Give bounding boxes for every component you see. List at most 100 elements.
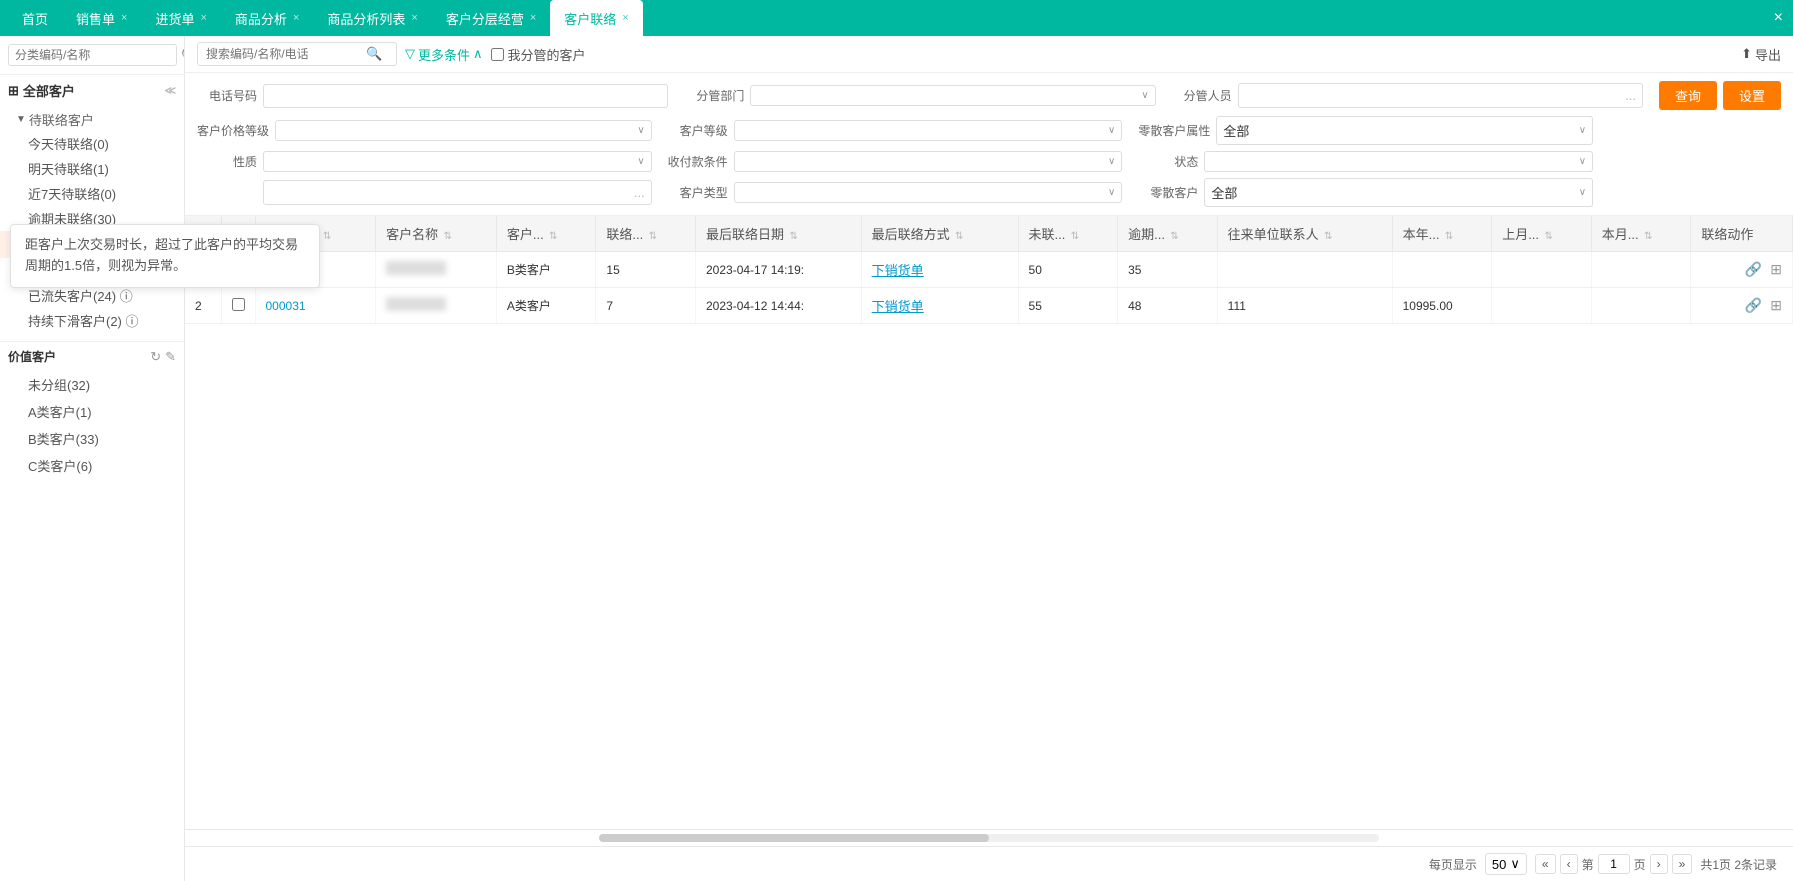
th-customer-type: 客户... ⇅ (496, 216, 596, 252)
th-this-month: 本月... ⇅ (1591, 216, 1691, 252)
sort-this-year-icon[interactable]: ⇅ (1445, 231, 1453, 242)
row2-name (376, 288, 497, 324)
row2-code: 000031 (255, 288, 376, 324)
filter-retail-attribute: 零散客户属性 全部 ∨ (1130, 116, 1601, 145)
next-page-button[interactable]: › (1650, 854, 1668, 874)
sidebar-item-c-class[interactable]: C类客户(6) (0, 452, 184, 479)
row1-last-date: 2023-04-17 14:19: (696, 252, 862, 288)
last-page-button[interactable]: » (1672, 854, 1693, 874)
query-button[interactable]: 查询 (1659, 81, 1717, 110)
retail-attr-chevron-icon: ∨ (1579, 125, 1586, 136)
retail-attr-label: 零散客户属性 (1138, 122, 1210, 139)
sort-contact-icon[interactable]: ⇅ (649, 231, 657, 242)
sidebar-item-ungroup[interactable]: 未分组(32) (0, 371, 184, 398)
row2-last-month (1492, 288, 1592, 324)
phone-input[interactable] (263, 84, 668, 108)
row2-checkbox-cell[interactable] (221, 288, 255, 324)
row1-method-link[interactable]: 下销货单 (872, 263, 924, 278)
nav-sales-order[interactable]: 销售单 × (62, 0, 141, 36)
close-purchase-order-icon[interactable]: × (200, 12, 206, 24)
row2-grid-icon[interactable]: ⊞ (1770, 297, 1782, 314)
sidebar-item-tomorrow-contact[interactable]: 明天待联络(1) (0, 156, 184, 181)
customer-type-select[interactable]: ∨ (734, 182, 1123, 203)
department-select[interactable]: ∨ (750, 85, 1155, 106)
sidebar-all-customers[interactable]: ⊞ 全部客户 ≪ (0, 75, 184, 106)
th-unlisted: 未联... ⇅ (1018, 216, 1118, 252)
sort-type-icon[interactable]: ⇅ (549, 231, 557, 242)
row1-last-method: 下销货单 (861, 252, 1018, 288)
retail-customer-select[interactable]: 全部 ∨ (1204, 178, 1593, 207)
my-customers-checkbox[interactable] (491, 48, 504, 61)
sidebar-item-a-class[interactable]: A类客户(1) (0, 398, 184, 425)
nav-customer-contact[interactable]: 客户联络 × (550, 0, 642, 36)
sidebar-item-today-contact[interactable]: 今天待联络(0) (0, 131, 184, 156)
filter-row-1: 电话号码 分管部门 ∨ 分管人员 ... 查询 (197, 81, 1781, 110)
sort-contacts-icon[interactable]: ⇅ (1324, 231, 1332, 242)
nav-customer-segmentation[interactable]: 客户分层经营 × (432, 0, 550, 36)
row1-link-icon[interactable]: 🔗 (1745, 261, 1762, 278)
scrollbar-thumb[interactable] (599, 834, 989, 842)
close-customer-contact-icon[interactable]: × (622, 12, 628, 24)
category-search-input[interactable] (8, 44, 177, 66)
nav-product-analysis[interactable]: 商品分析 × (221, 0, 313, 36)
row2-link-icon[interactable]: 🔗 (1745, 297, 1762, 314)
sidebar-item-declining[interactable]: 持续下滑客户(2) ⓘ (0, 308, 184, 333)
settings-button[interactable]: 设置 (1723, 81, 1781, 110)
customer-search-input[interactable] (206, 47, 366, 61)
sort-name-icon[interactable]: ⇅ (444, 231, 452, 242)
row1-grid-icon[interactable]: ⊞ (1770, 261, 1782, 278)
row2-method-link[interactable]: 下销货单 (872, 299, 924, 314)
horizontal-scrollbar[interactable] (599, 834, 1379, 842)
retail-attr-select[interactable]: 全部 ∨ (1216, 116, 1593, 145)
sort-unlisted-icon[interactable]: ⇅ (1071, 231, 1079, 242)
manager-dots: ... (1625, 88, 1636, 103)
filter-customer-level: 客户等级 ∨ (660, 120, 1131, 141)
status-select[interactable]: ∨ (1204, 151, 1593, 172)
manager-label: 分管人员 (1172, 87, 1232, 104)
export-button[interactable]: ⬆ 导出 (1741, 45, 1781, 64)
extra-input[interactable]: ... (263, 180, 652, 205)
sidebar-item-b-class[interactable]: B类客户(33) (0, 425, 184, 452)
more-conditions-button[interactable]: ▽ 更多条件 ∧ (405, 45, 483, 64)
first-page-button[interactable]: « (1535, 854, 1556, 874)
th-last-month: 上月... ⇅ (1492, 216, 1592, 252)
manager-input[interactable]: ... (1238, 83, 1643, 108)
sidebar-item-7day-contact[interactable]: 近7天待联络(0) (0, 181, 184, 206)
page-number-input[interactable] (1598, 854, 1630, 874)
nav-home[interactable]: 首页 (8, 0, 62, 36)
page-size-value: 50 (1492, 857, 1506, 872)
refresh-icon[interactable]: ↻ (150, 349, 161, 365)
th-actions: 联络动作 (1691, 216, 1793, 252)
app-close-button[interactable]: × (1774, 9, 1783, 27)
page-size-selector[interactable]: 50 ∨ (1485, 853, 1527, 875)
payment-select[interactable]: ∨ (734, 151, 1123, 172)
row1-customer-type: B类客户 (496, 252, 596, 288)
sort-date-icon[interactable]: ⇅ (789, 231, 797, 242)
my-customers-checkbox-area[interactable]: 我分管的客户 (491, 45, 586, 64)
collapse-sidebar-icon[interactable]: ≪ (164, 84, 176, 97)
sort-overdue-icon[interactable]: ⇅ (1170, 231, 1178, 242)
close-sales-order-icon[interactable]: × (121, 12, 127, 24)
advanced-filters: 电话号码 分管部门 ∨ 分管人员 ... 查询 (185, 73, 1793, 216)
customer-level-select[interactable]: ∨ (734, 120, 1123, 141)
filter-customer-type: 客户类型 ∨ (660, 182, 1131, 203)
row2-this-year: 10995.00 (1392, 288, 1492, 324)
prev-page-button[interactable]: ‹ (1560, 854, 1578, 874)
sidebar: 🔍 ⊞ 全部客户 ≪ ▼ 待联络客户 今天待联络(0) 明天待联络(1) 近7天… (0, 36, 185, 881)
edit-icon[interactable]: ✎ (165, 349, 176, 365)
sort-method-icon[interactable]: ⇅ (955, 231, 963, 242)
nav-purchase-order[interactable]: 进货单 × (141, 0, 220, 36)
sort-this-month-icon[interactable]: ⇅ (1644, 231, 1652, 242)
nature-select[interactable]: ∨ (263, 151, 652, 172)
sort-last-month-icon[interactable]: ⇅ (1544, 231, 1552, 242)
chevron-up-icon: ∧ (473, 46, 483, 62)
nav-product-analysis-list[interactable]: 商品分析列表 × (313, 0, 431, 36)
price-level-select[interactable]: ∨ (275, 120, 652, 141)
sort-code-icon[interactable]: ⇅ (323, 231, 331, 242)
close-customer-segmentation-icon[interactable]: × (530, 12, 536, 24)
close-product-analysis-icon[interactable]: × (293, 12, 299, 24)
row2-checkbox[interactable] (232, 298, 245, 311)
sidebar-section-pending[interactable]: ▼ 待联络客户 (0, 106, 184, 131)
close-product-analysis-list-icon[interactable]: × (411, 12, 417, 24)
nature-label: 性质 (197, 153, 257, 170)
